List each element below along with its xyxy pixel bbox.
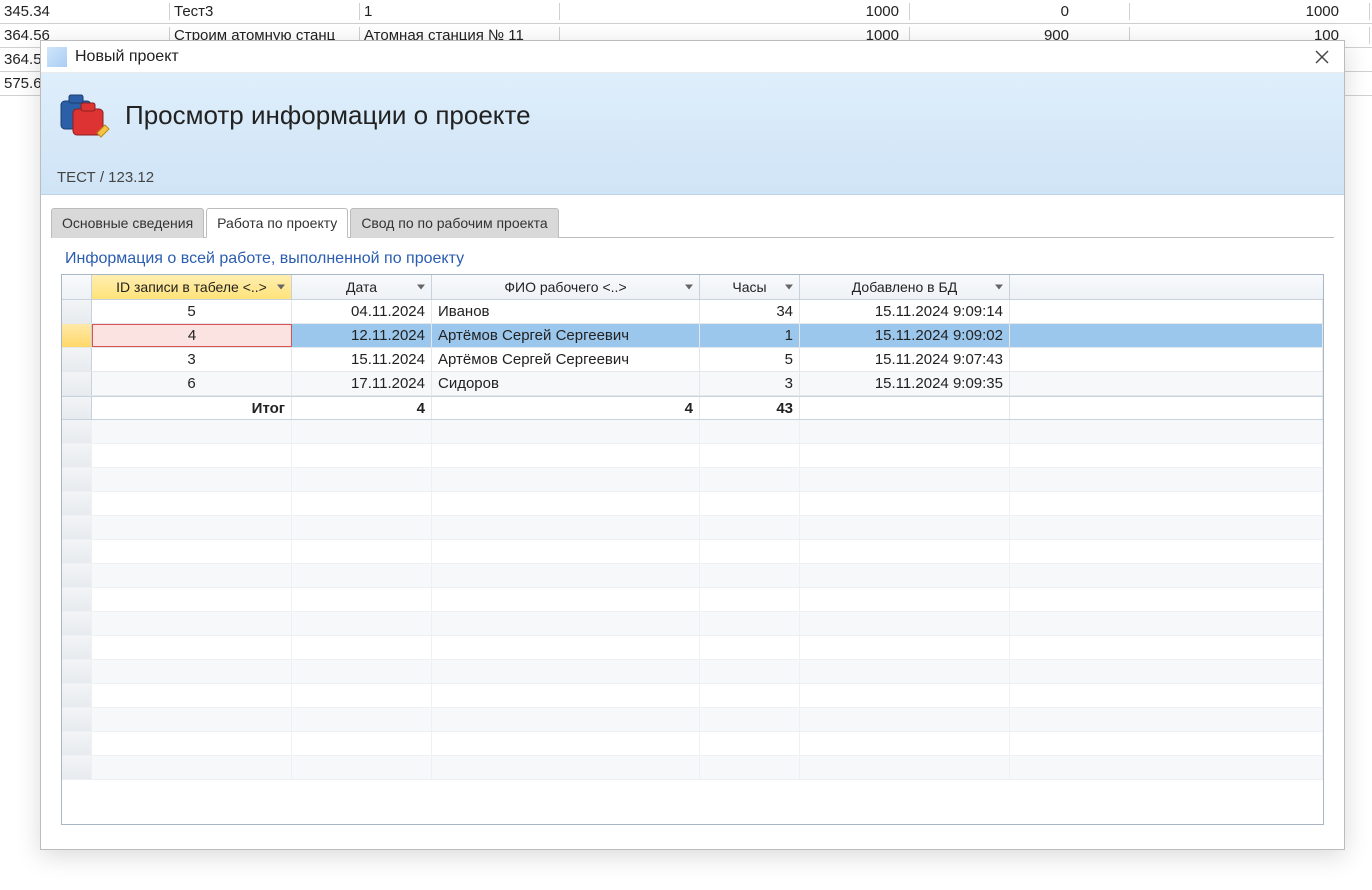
empty-row — [62, 708, 1323, 732]
empty-row — [62, 444, 1323, 468]
titlebar: Новый проект — [41, 41, 1344, 73]
cell-id[interactable]: 6 — [92, 372, 292, 395]
empty-row — [62, 660, 1323, 684]
cell-fio[interactable]: Иванов — [432, 300, 700, 323]
briefcase-icon — [55, 87, 111, 143]
total-hours: 43 — [700, 397, 800, 419]
tab-general[interactable]: Основные сведения — [51, 208, 204, 238]
close-icon — [1315, 50, 1329, 64]
cell-spacer — [1010, 348, 1323, 371]
grid-body[interactable]: 504.11.2024Иванов3415.11.2024 9:09:14412… — [62, 300, 1323, 824]
empty-row — [62, 540, 1323, 564]
totals-row: Итог4443 — [62, 396, 1323, 420]
work-grid: ID записи в табеле <..> Дата ФИО рабочег… — [61, 274, 1324, 825]
column-label: ФИО рабочего <..> — [504, 279, 626, 295]
row-indicator[interactable] — [62, 300, 92, 323]
cell-db[interactable]: 15.11.2024 9:09:02 — [800, 324, 1010, 347]
empty-row — [62, 684, 1323, 708]
table-row[interactable]: 617.11.2024Сидоров315.11.2024 9:09:35 — [62, 372, 1323, 396]
total-fio: 4 — [432, 397, 700, 419]
cell-fio[interactable]: Сидоров — [432, 372, 700, 395]
grid-header: ID записи в табеле <..> Дата ФИО рабочег… — [62, 275, 1323, 300]
cell-id[interactable]: 4 — [92, 324, 292, 347]
column-header-date[interactable]: Дата — [292, 275, 432, 299]
cell-spacer — [1010, 324, 1323, 347]
filter-dropdown-icon[interactable] — [277, 285, 285, 290]
empty-row — [62, 756, 1323, 780]
bg-cell: 1000 — [560, 3, 910, 20]
tab-summary[interactable]: Свод по по рабочим проекта — [350, 208, 558, 238]
header-banner: Просмотр информации о проекте ТЕСТ / 123… — [41, 73, 1344, 195]
total-count: 4 — [292, 397, 432, 419]
page-title: Просмотр информации о проекте — [125, 100, 531, 131]
bg-cell: Тест3 — [170, 3, 360, 20]
cell-db[interactable]: 15.11.2024 9:09:35 — [800, 372, 1010, 395]
empty-row — [62, 468, 1323, 492]
empty-row — [62, 492, 1323, 516]
empty-row — [62, 420, 1323, 444]
table-row[interactable]: 412.11.2024Артёмов Сергей Сергеевич115.1… — [62, 324, 1323, 348]
empty-row — [62, 636, 1323, 660]
cell-id[interactable]: 5 — [92, 300, 292, 323]
filter-dropdown-icon[interactable] — [785, 285, 793, 290]
row-indicator[interactable] — [62, 372, 92, 395]
column-header-fio[interactable]: ФИО рабочего <..> — [432, 275, 700, 299]
row-indicator — [62, 397, 92, 419]
column-header-selector[interactable] — [62, 275, 92, 299]
cell-date[interactable]: 12.11.2024 — [292, 324, 432, 347]
empty-row — [62, 588, 1323, 612]
filter-dropdown-icon[interactable] — [417, 285, 425, 290]
cell-hours[interactable]: 3 — [700, 372, 800, 395]
filter-dropdown-icon[interactable] — [995, 285, 1003, 290]
cell-date[interactable]: 04.11.2024 — [292, 300, 432, 323]
filter-dropdown-icon[interactable] — [685, 285, 693, 290]
column-label: Добавлено в БД — [852, 279, 957, 295]
column-label: ID записи в табеле <..> — [116, 279, 267, 295]
row-indicator[interactable] — [62, 348, 92, 371]
section-heading: Информация о всей работе, выполненной по… — [65, 250, 1324, 268]
row-indicator[interactable] — [62, 324, 92, 347]
column-header-spacer — [1010, 275, 1323, 299]
cell-db[interactable]: 15.11.2024 9:09:14 — [800, 300, 1010, 323]
cell-fio[interactable]: Артёмов Сергей Сергеевич — [432, 324, 700, 347]
cell-hours[interactable]: 1 — [700, 324, 800, 347]
cell-id[interactable]: 3 — [92, 348, 292, 371]
cell-spacer — [1010, 300, 1323, 323]
cell-hours[interactable]: 5 — [700, 348, 800, 371]
bg-cell: 345.34 — [0, 3, 170, 20]
tab-strip: Основные сведения Работа по проекту Свод… — [51, 207, 1334, 237]
bg-cell: 1 — [360, 3, 560, 20]
empty-row — [62, 516, 1323, 540]
tab-content: Информация о всей работе, выполненной по… — [51, 237, 1334, 837]
window-icon — [47, 47, 67, 67]
table-row[interactable]: 315.11.2024Артёмов Сергей Сергеевич515.1… — [62, 348, 1323, 372]
cell-spacer — [1010, 372, 1323, 395]
empty-row — [62, 612, 1323, 636]
column-header-hours[interactable]: Часы — [700, 275, 800, 299]
cell-fio[interactable]: Артёмов Сергей Сергеевич — [432, 348, 700, 371]
breadcrumb: ТЕСТ / 123.12 — [57, 169, 1330, 186]
total-db — [800, 397, 1010, 419]
table-row[interactable]: 504.11.2024Иванов3415.11.2024 9:09:14 — [62, 300, 1323, 324]
close-button[interactable] — [1300, 41, 1344, 73]
cell-date[interactable]: 15.11.2024 — [292, 348, 432, 371]
bg-row: 345.34 Тест3 1 1000 0 1000 — [0, 0, 1372, 24]
column-header-id[interactable]: ID записи в табеле <..> — [92, 275, 292, 299]
empty-row — [62, 732, 1323, 756]
cell-date[interactable]: 17.11.2024 — [292, 372, 432, 395]
modal-dialog: Новый проект Просмотр информации о проек… — [40, 40, 1345, 850]
bg-cell: 1000 — [1130, 3, 1370, 20]
cell-spacer — [1010, 397, 1323, 419]
cell-hours[interactable]: 34 — [700, 300, 800, 323]
total-label: Итог — [92, 397, 292, 419]
tab-project-work[interactable]: Работа по проекту — [206, 208, 348, 238]
window-title: Новый проект — [75, 48, 1300, 66]
column-label: Дата — [346, 279, 377, 295]
column-header-db[interactable]: Добавлено в БД — [800, 275, 1010, 299]
column-label: Часы — [732, 279, 766, 295]
empty-row — [62, 564, 1323, 588]
cell-db[interactable]: 15.11.2024 9:07:43 — [800, 348, 1010, 371]
bg-cell: 0 — [910, 3, 1130, 20]
